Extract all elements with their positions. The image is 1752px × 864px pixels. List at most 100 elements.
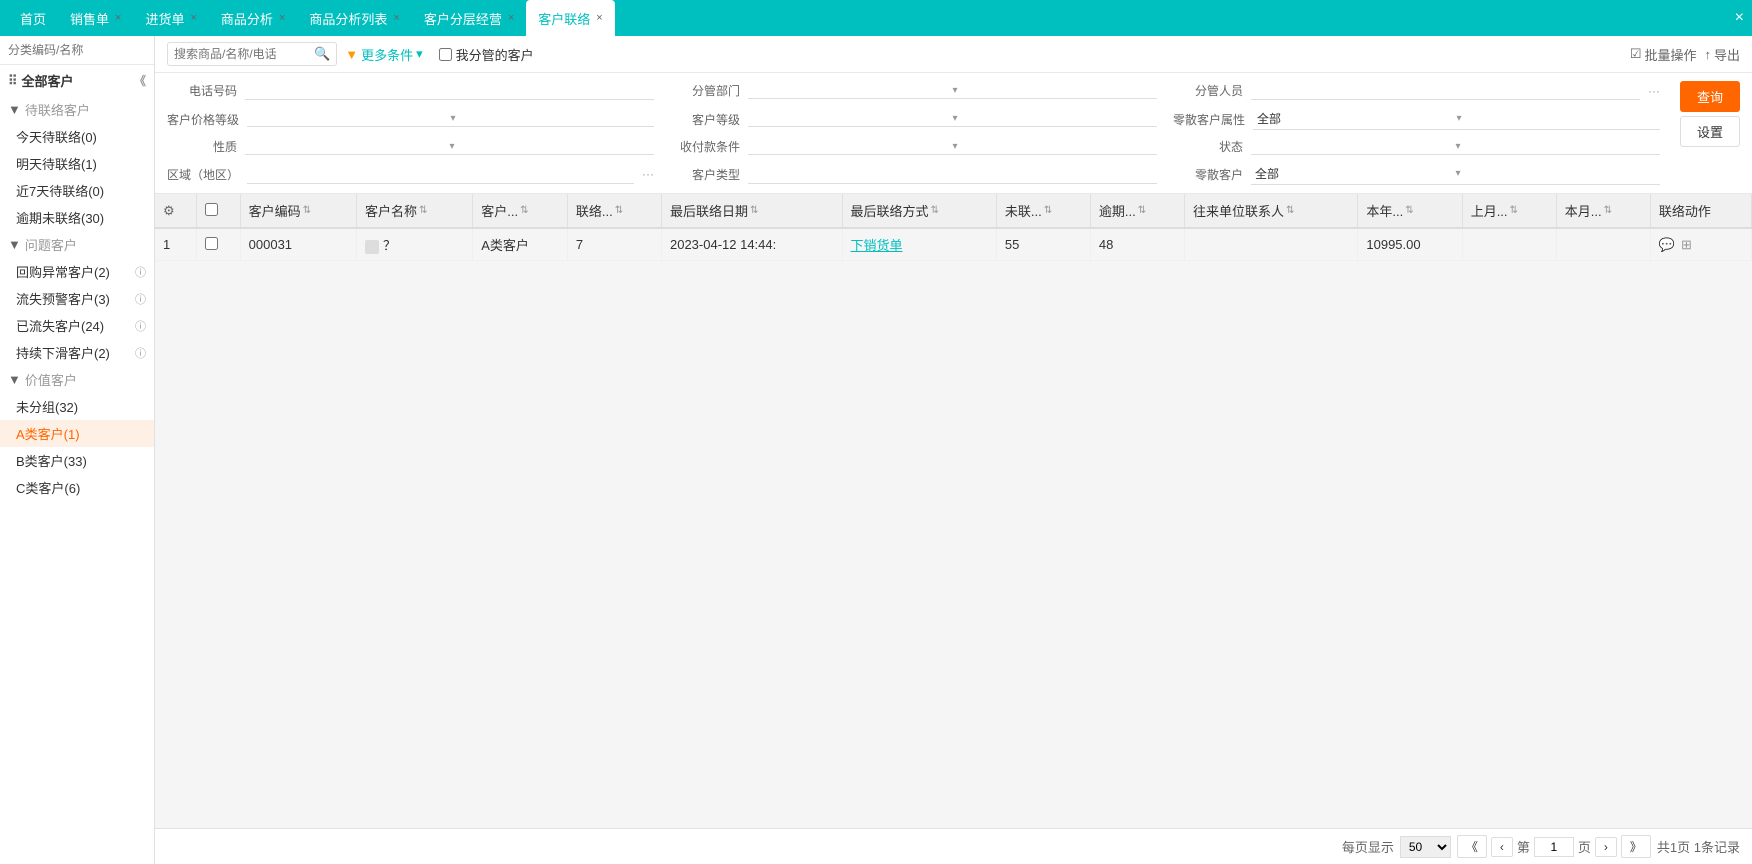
page-input[interactable] [1534,837,1574,857]
table-scroll[interactable]: ⚙ 客户编码⇅客户名称⇅客户...⇅联络...⇅最后联络日期⇅最后联络方式⇅未联.… [155,194,1752,828]
filter-region-input[interactable] [247,165,634,184]
select-all-checkbox[interactable] [205,203,218,216]
col-this_year[interactable]: 本年...⇅ [1358,194,1462,228]
info-icon[interactable]: ⓘ [135,345,146,361]
nav-tab-商品分析[interactable]: 商品分析× [209,0,297,36]
tab-close-icon[interactable]: × [596,12,602,24]
sidebar-item[interactable]: 逾期未联络(30) [0,204,154,231]
filter-payment-select[interactable]: ▾ [748,139,1157,155]
sort-icon[interactable]: ⇅ [520,205,528,216]
export-btn[interactable]: ↑ 导出 [1704,45,1740,64]
filter-scattered-attr-select[interactable]: 全部 ▾ [1253,108,1660,130]
col-gear[interactable]: ⚙ [155,194,196,228]
qr-icon[interactable]: ⊞ [1681,237,1692,253]
tab-close-icon[interactable]: × [279,12,285,24]
last-page-btn[interactable]: 》 [1621,835,1651,858]
cell-checkbox [196,228,240,261]
sort-icon[interactable]: ⇅ [1405,205,1413,216]
sidebar-group-label[interactable]: ▼价值客户 [0,366,154,393]
filter-more-btn[interactable]: ▼ 更多条件 ▾ [345,45,422,64]
sidebar-collapse-icon[interactable]: 《 [134,72,146,89]
filter-region-dots[interactable]: ··· [642,167,654,181]
sidebar-item[interactable]: 今天待联络(0) [0,123,154,150]
sidebar-item[interactable]: 持续下滑客户(2)ⓘ [0,339,154,366]
my-customers-filter[interactable]: 我分管的客户 [439,45,534,64]
sidebar-item[interactable]: 已流失客户(24)ⓘ [0,312,154,339]
filter-person-input[interactable] [1251,81,1640,100]
nav-home[interactable]: 首页 [8,9,58,28]
sidebar-item[interactable]: 明天待联络(1) [0,150,154,177]
sort-icon[interactable]: ⇅ [750,205,758,216]
settings-btn[interactable]: 设置 [1680,116,1740,147]
col-level[interactable]: 客户...⇅ [473,194,568,228]
sidebar-root[interactable]: ⠿ 全部客户 《 [0,65,154,96]
col-code[interactable]: 客户编码⇅ [240,194,356,228]
sort-icon[interactable]: ⇅ [303,205,311,216]
filter-price-level-select[interactable]: ▾ [247,111,654,127]
bulk-op-btn[interactable]: ☑ 批量操作 [1630,45,1697,64]
sidebar-item[interactable]: 回购异常客户(2)ⓘ [0,258,154,285]
first-page-btn[interactable]: 《 [1457,835,1487,858]
sidebar-search-input[interactable] [8,43,155,57]
filter-search-input[interactable] [174,47,314,61]
sort-icon[interactable]: ⇅ [419,205,427,216]
sidebar-item[interactable]: 未分组(32) [0,393,154,420]
sort-icon[interactable]: ⇅ [1510,205,1518,216]
col-last_month[interactable]: 上月...⇅ [1462,194,1556,228]
last-contact-method[interactable]: 下销货单 [851,238,903,253]
filter-scattered-select[interactable]: 全部 ▾ [1251,163,1660,185]
nav-tab-销售单[interactable]: 销售单× [58,0,133,36]
info-icon[interactable]: ⓘ [135,264,146,280]
filter-search-icon[interactable]: 🔍 [314,46,330,62]
filter-dept-select[interactable]: ▾ [748,83,1157,99]
sidebar-item-label: 明天待联络(1) [16,154,97,173]
sidebar-group-label[interactable]: ▼问题客户 [0,231,154,258]
sidebar-item[interactable]: B类客户(33) [0,447,154,474]
filter-customer-type-input[interactable] [748,165,1157,184]
nav-close-all[interactable]: × [1735,9,1744,27]
sidebar-item[interactable]: A类客户(1) [0,420,154,447]
page-size-select[interactable]: 20 50 100 [1400,836,1451,858]
filter-phone-input[interactable] [245,81,654,100]
col-last_contact_date[interactable]: 最后联络日期⇅ [661,194,842,228]
col-this_month[interactable]: 本月...⇅ [1556,194,1650,228]
filter-nature-select[interactable]: ▾ [245,139,654,155]
sidebar-item[interactable]: 近7天待联络(0) [0,177,154,204]
filter-person-dots[interactable]: ··· [1648,84,1660,98]
sidebar-group: ▼待联络客户今天待联络(0) 明天待联络(1) 近7天待联络(0)逾期未联络(30) [0,96,154,231]
col-uncontacted[interactable]: 未联...⇅ [996,194,1090,228]
tab-close-icon[interactable]: × [190,12,196,24]
nav-tab-客户联络[interactable]: 客户联络× [526,0,614,36]
nav-tab-商品分析列表[interactable]: 商品分析列表× [297,0,411,36]
sort-icon[interactable]: ⇅ [1138,205,1146,216]
sidebar-item[interactable]: 流失预警客户(3)ⓘ [0,285,154,312]
chat-icon[interactable]: 💬 [1659,237,1675,253]
sort-icon[interactable]: ⇅ [615,205,623,216]
query-btn[interactable]: 查询 [1680,81,1740,112]
info-icon[interactable]: ⓘ [135,318,146,334]
sidebar-group-label[interactable]: ▼待联络客户 [0,96,154,123]
filter-customer-level-select[interactable]: ▾ [748,111,1157,127]
col-overdue[interactable]: 逾期...⇅ [1090,194,1184,228]
tab-close-icon[interactable]: × [115,12,121,24]
sort-icon[interactable]: ⇅ [1604,205,1612,216]
row-checkbox[interactable] [205,237,218,250]
info-icon[interactable]: ⓘ [135,291,146,307]
sort-icon[interactable]: ⇅ [931,205,939,216]
settings-icon[interactable]: ⚙ [163,203,175,218]
tab-close-icon[interactable]: × [508,12,514,24]
tab-close-icon[interactable]: × [393,12,399,24]
my-customers-checkbox[interactable] [439,48,452,61]
sort-icon[interactable]: ⇅ [1286,205,1294,216]
col-company_contact[interactable]: 往来单位联系人⇅ [1184,194,1357,228]
col-name[interactable]: 客户名称⇅ [356,194,472,228]
nav-tab-客户分层经营[interactable]: 客户分层经营× [412,0,526,36]
sidebar-item[interactable]: C类客户(6) [0,474,154,501]
col-contact_count[interactable]: 联络...⇅ [567,194,661,228]
col-last_contact_method[interactable]: 最后联络方式⇅ [842,194,996,228]
prev-page-btn[interactable]: ‹ [1491,837,1513,857]
nav-tab-进货单[interactable]: 进货单× [133,0,208,36]
next-page-btn[interactable]: › [1595,837,1617,857]
filter-status-select[interactable]: ▾ [1251,139,1660,155]
sort-icon[interactable]: ⇅ [1044,205,1052,216]
